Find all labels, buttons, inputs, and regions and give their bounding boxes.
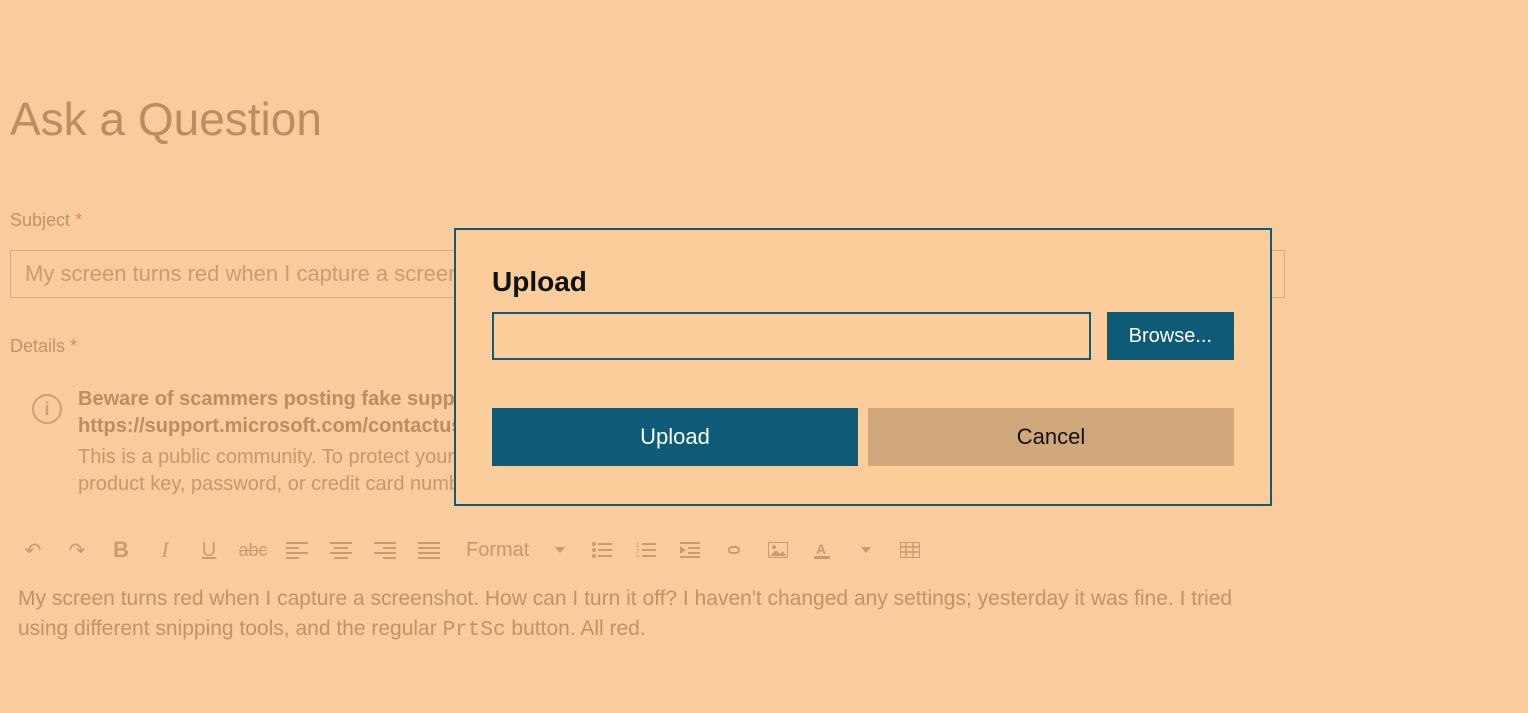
upload-dialog-title: Upload (492, 266, 1234, 298)
editor-text-after: button. All red. (506, 617, 646, 640)
numbered-list-icon[interactable]: 123 (633, 535, 659, 565)
table-icon[interactable] (897, 535, 923, 565)
required-mark: * (70, 336, 77, 356)
format-dropdown[interactable]: Format (460, 539, 571, 562)
upload-file-input[interactable] (492, 312, 1091, 360)
format-dropdown-label: Format (466, 539, 529, 562)
indent-icon[interactable] (677, 535, 703, 565)
details-label-text: Details (10, 336, 65, 356)
svg-text:A: A (816, 541, 826, 557)
details-label: Details * (10, 336, 77, 357)
image-icon[interactable] (765, 535, 791, 565)
align-center-icon[interactable] (328, 535, 354, 565)
redo-icon[interactable]: ↷ (64, 535, 90, 565)
bullet-list-icon[interactable] (589, 535, 615, 565)
page-title: Ask a Question (10, 92, 322, 146)
details-editor[interactable]: My screen turns red when I capture a scr… (18, 584, 1278, 647)
cancel-button[interactable]: Cancel (868, 408, 1234, 466)
align-right-icon[interactable] (372, 535, 398, 565)
strikethrough-button[interactable]: abc (240, 535, 266, 565)
browse-button[interactable]: Browse... (1107, 312, 1234, 360)
text-color-icon[interactable]: A (809, 535, 835, 565)
italic-button[interactable]: I (152, 535, 178, 565)
bold-button[interactable]: B (108, 535, 134, 565)
align-left-icon[interactable] (284, 535, 310, 565)
underline-button[interactable]: U (196, 535, 222, 565)
undo-icon[interactable]: ↶ (20, 535, 46, 565)
subject-label: Subject * (10, 210, 82, 231)
svg-text:3: 3 (636, 555, 640, 558)
link-icon[interactable] (721, 535, 747, 565)
upload-button[interactable]: Upload (492, 408, 858, 466)
editor-key-prtsc: PrtSc (443, 619, 506, 642)
upload-dialog: Upload Browse... Upload Cancel (454, 228, 1272, 506)
align-justify-icon[interactable] (416, 535, 442, 565)
editor-toolbar: ↶ ↷ B I U abc Format 123 (10, 528, 1285, 572)
required-mark: * (75, 210, 82, 230)
chevron-down-icon (555, 547, 565, 553)
more-dropdown-icon[interactable] (853, 535, 879, 565)
subject-label-text: Subject (10, 210, 70, 230)
